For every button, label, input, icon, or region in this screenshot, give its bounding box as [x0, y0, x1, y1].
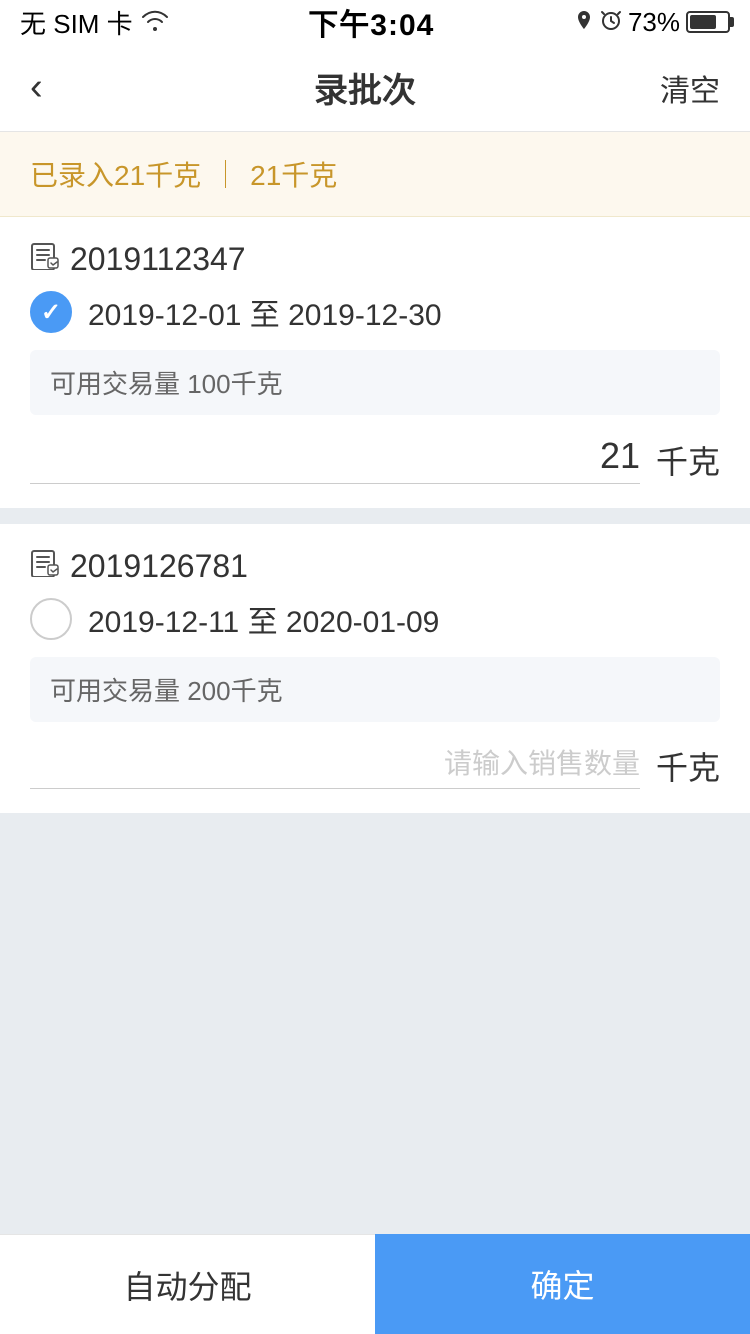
batch-date-1: 2019-12-01 至 2019-12-30: [88, 290, 442, 334]
bottom-area: [0, 813, 750, 1253]
available-row-2: 可用交易量 200千克: [30, 657, 720, 722]
available-row-1: 可用交易量 100千克: [30, 350, 720, 415]
batch-date-row-2[interactable]: 2019-12-11 至 2020-01-09: [30, 597, 720, 641]
batch-header-1: 2019112347: [30, 241, 720, 278]
auto-distribute-button[interactable]: 自动分配: [0, 1234, 375, 1334]
back-button[interactable]: ‹: [30, 66, 90, 109]
input-wrapper-2: 请输入销售数量 千克: [0, 722, 750, 789]
page-title: 录批次: [314, 63, 416, 112]
summary-amount: 21千克: [250, 154, 337, 194]
batch-header-2: 2019126781: [30, 548, 720, 585]
batch-doc-icon-2: [30, 549, 60, 584]
status-right: 73%: [574, 7, 730, 38]
batch-date-row-1[interactable]: 2019-12-01 至 2019-12-30: [30, 290, 720, 334]
input-field-2[interactable]: 请输入销售数量: [30, 742, 640, 789]
alarm-icon: [600, 7, 622, 38]
batch-item-2: 2019126781 2019-12-11 至 2020-01-09 可用交易量…: [0, 524, 750, 722]
radio-1[interactable]: [30, 291, 72, 333]
battery-percentage: 73%: [628, 7, 680, 38]
batch-date-2: 2019-12-11 至 2020-01-09: [88, 597, 439, 641]
unit-label-2: 千克: [656, 743, 720, 789]
clear-button[interactable]: 清空: [640, 66, 720, 110]
quantity-value-1: 21: [600, 435, 640, 477]
batch-id-1: 2019112347: [70, 241, 246, 278]
batch-doc-icon-1: [30, 242, 60, 277]
carrier-text: 无 SIM 卡: [20, 4, 133, 41]
batch-item-1: 2019112347 2019-12-01 至 2019-12-30 可用交易量…: [0, 217, 750, 415]
quantity-placeholder-2: 请输入销售数量: [444, 742, 640, 782]
summary-banner: 已录入21千克 21千克: [0, 132, 750, 217]
radio-2[interactable]: [30, 598, 72, 640]
status-bar: 无 SIM 卡 下午3:04 73%: [0, 0, 750, 44]
input-wrapper-1: 21 千克: [0, 415, 750, 484]
location-icon: [574, 7, 594, 38]
wifi-icon: [141, 7, 169, 38]
status-carrier: 无 SIM 卡: [20, 4, 169, 41]
summary-recorded: 已录入21千克: [30, 154, 201, 194]
battery-icon: [686, 11, 730, 33]
batch-card-2: 2019126781 2019-12-11 至 2020-01-09 可用交易量…: [0, 524, 750, 813]
bottom-buttons: 自动分配 确定: [0, 1234, 750, 1334]
unit-label-1: 千克: [656, 437, 720, 483]
status-time: 下午3:04: [308, 0, 434, 44]
summary-divider: [225, 160, 226, 188]
section-divider: [0, 508, 750, 524]
nav-bar: ‹ 录批次 清空: [0, 44, 750, 132]
input-field-1[interactable]: 21: [30, 435, 640, 484]
confirm-button[interactable]: 确定: [375, 1234, 750, 1334]
batch-id-2: 2019126781: [70, 548, 248, 585]
batch-card-1: 2019112347 2019-12-01 至 2019-12-30 可用交易量…: [0, 217, 750, 508]
